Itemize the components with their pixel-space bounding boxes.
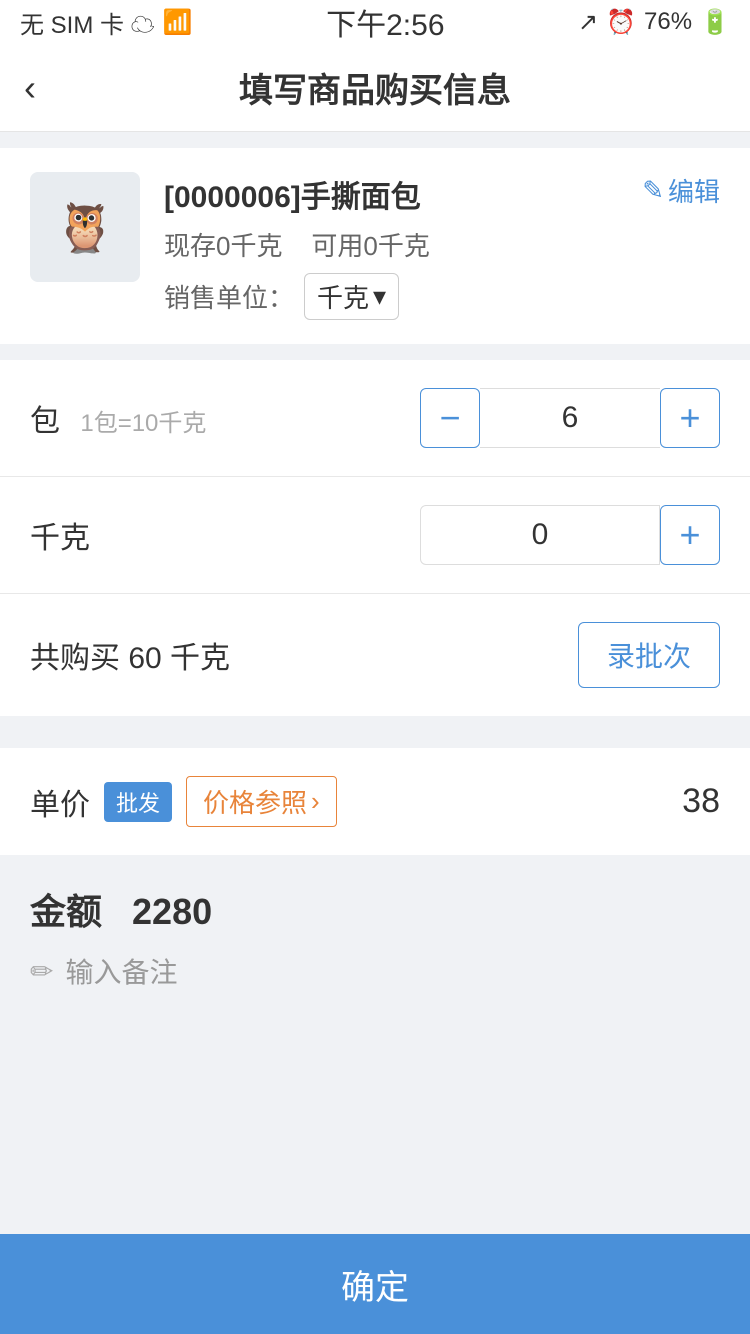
price-label: 单价 bbox=[30, 780, 90, 824]
wifi-icon: 📶 bbox=[163, 8, 193, 37]
confirm-text: 确定 bbox=[341, 1260, 409, 1309]
confirm-bar[interactable]: 确定 bbox=[0, 1234, 750, 1334]
price-section: 单价 批发 价格参照 › 38 bbox=[0, 748, 750, 855]
amount-label: 金额 bbox=[30, 891, 102, 932]
package-input-row: 包 1包=10千克 − + bbox=[0, 360, 750, 477]
status-right: ↗ ⏰ 76% 🔋 bbox=[578, 8, 730, 37]
location-icon: ↗ bbox=[578, 8, 598, 37]
price-ref-button[interactable]: 价格参照 › bbox=[186, 776, 337, 827]
available-label: 可用0千克 bbox=[311, 231, 429, 261]
price-ref-label: 价格参照 bbox=[203, 783, 307, 820]
note-placeholder: 输入备注 bbox=[65, 951, 177, 991]
package-text: 包 bbox=[30, 405, 60, 438]
price-tag: 批发 bbox=[104, 782, 172, 822]
note-icon: ✏ bbox=[30, 955, 53, 988]
status-bar: 无 SIM 卡 ☁ 📶 下午2:56 ↗ ⏰ 76% 🔋 bbox=[0, 0, 750, 44]
nav-bar: ‹ 填写商品购买信息 bbox=[0, 44, 750, 132]
product-logo-icon: 🦉 bbox=[55, 199, 115, 256]
amount-section: 金额 2280 ✏ 输入备注 bbox=[0, 855, 750, 1011]
page-title: 填写商品购买信息 bbox=[239, 63, 511, 112]
battery-icon: 🔋 bbox=[700, 8, 730, 37]
edit-button[interactable]: ✎ 编辑 bbox=[642, 172, 720, 209]
product-card: 🦉 [0000006]手撕面包 现存0千克 可用0千克 销售单位： 千克 ▾ ✎… bbox=[0, 148, 750, 344]
product-stock: 现存0千克 可用0千克 bbox=[164, 226, 618, 263]
product-name: [0000006]手撕面包 bbox=[164, 172, 618, 216]
input-section: 包 1包=10千克 − + 千克 + bbox=[0, 360, 750, 594]
product-image: 🦉 bbox=[30, 172, 140, 282]
divider-1 bbox=[0, 344, 750, 360]
kg-label: 千克 bbox=[30, 513, 420, 557]
batch-button[interactable]: 录批次 bbox=[578, 622, 720, 688]
package-label: 包 1包=10千克 bbox=[30, 396, 420, 440]
package-minus-button[interactable]: − bbox=[420, 388, 480, 448]
unit-selector[interactable]: 千克 ▾ bbox=[304, 273, 399, 320]
sim-label: 无 SIM 卡 ☁ bbox=[20, 5, 155, 40]
unit-value: 千克 bbox=[317, 278, 369, 315]
back-button[interactable]: ‹ bbox=[24, 67, 36, 109]
battery-label: 76% bbox=[644, 8, 692, 36]
package-stepper: − + bbox=[420, 388, 720, 448]
kg-plus-button[interactable]: + bbox=[660, 505, 720, 565]
price-row: 单价 批发 价格参照 › 38 bbox=[0, 748, 750, 855]
product-unit-row: 销售单位： 千克 ▾ bbox=[164, 273, 618, 320]
package-input-field[interactable] bbox=[480, 388, 660, 448]
amount-row: 金额 2280 bbox=[30, 883, 720, 935]
status-time: 下午2:56 bbox=[326, 0, 444, 44]
dropdown-icon: ▾ bbox=[373, 281, 386, 312]
summary-text: 共购买 60 千克 bbox=[30, 633, 230, 677]
price-ref-arrow: › bbox=[311, 786, 320, 817]
amount-value: 2280 bbox=[132, 891, 212, 932]
alarm-icon: ⏰ bbox=[606, 8, 636, 37]
kg-stepper: + bbox=[420, 505, 720, 565]
unit-label: 销售单位： bbox=[164, 278, 294, 315]
status-left: 无 SIM 卡 ☁ 📶 bbox=[20, 5, 193, 40]
edit-icon: ✎ bbox=[642, 175, 664, 206]
price-value: 38 bbox=[682, 782, 720, 821]
kg-input-row: 千克 + bbox=[0, 477, 750, 594]
package-hint: 1包=10千克 bbox=[80, 410, 206, 437]
note-row[interactable]: ✏ 输入备注 bbox=[30, 951, 720, 991]
package-plus-button[interactable]: + bbox=[660, 388, 720, 448]
product-info: [0000006]手撕面包 现存0千克 可用0千克 销售单位： 千克 ▾ bbox=[164, 172, 618, 320]
summary-row: 共购买 60 千克 录批次 bbox=[0, 594, 750, 716]
divider-2 bbox=[0, 716, 750, 732]
stock-label: 现存0千克 bbox=[164, 231, 282, 261]
kg-input-field[interactable] bbox=[420, 505, 660, 565]
edit-label: 编辑 bbox=[668, 172, 720, 209]
